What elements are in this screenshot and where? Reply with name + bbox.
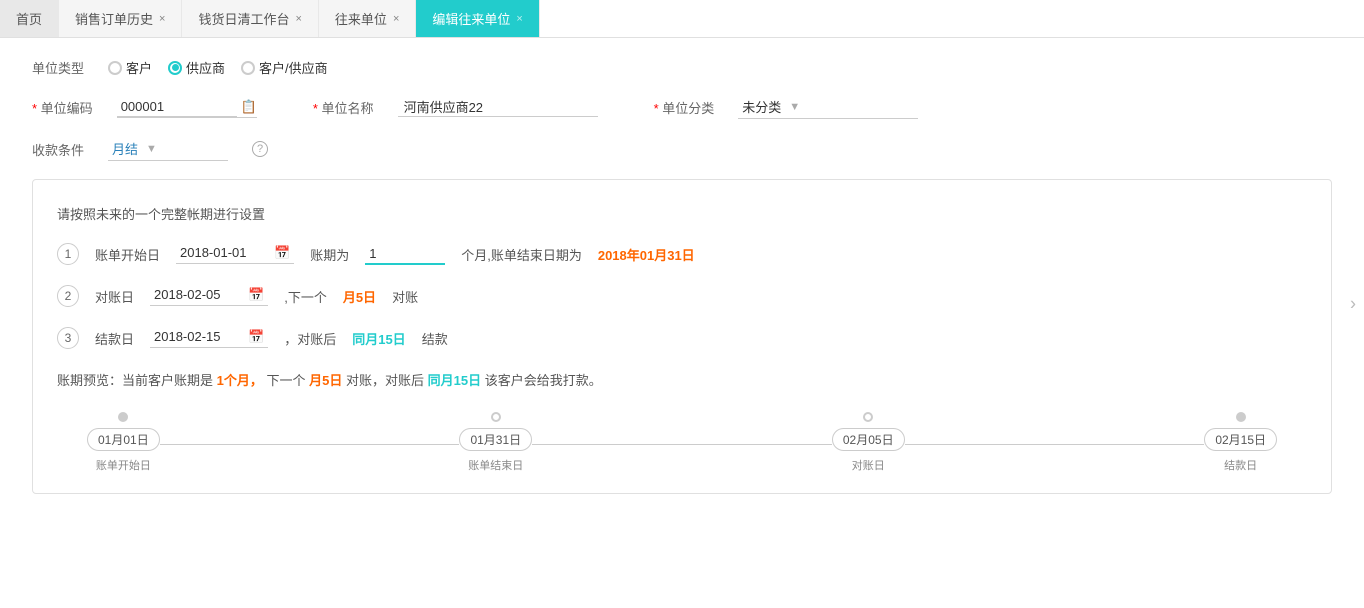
payment-term-help[interactable]: ? — [252, 141, 268, 157]
close-edit-partner[interactable]: × — [516, 13, 522, 25]
step-num-2: 2 — [57, 285, 79, 307]
tl-sub-1: 账单结束日 — [468, 457, 523, 473]
tl-dot-0 — [118, 412, 128, 422]
tl-line-3 — [905, 444, 1205, 445]
preview-suffix: 该客户会给我打款。 — [485, 373, 602, 388]
unit-name-input[interactable] — [398, 97, 598, 117]
preview-highlight1: 1个月， — [217, 373, 263, 388]
period-label: 账期为 — [310, 245, 349, 264]
tl-line-2 — [532, 444, 832, 445]
step3-highlight: 同月15日 — [352, 329, 405, 348]
step-num-1: 1 — [57, 243, 79, 265]
step-num-3: 3 — [57, 327, 79, 349]
step-label-1: 账单开始日 — [95, 245, 160, 264]
section-title: 请按照未来的一个完整帐期进行设置 — [57, 204, 1307, 223]
unit-type-radio-group: 客户 供应商 客户/供应商 — [108, 58, 328, 77]
unit-type-row: 单位类型 客户 供应商 客户/供应商 — [32, 58, 1332, 77]
step1-date-input[interactable] — [180, 245, 270, 260]
radio-circle-supplier — [168, 61, 182, 75]
step2-cal-icon[interactable]: 📅 — [248, 287, 264, 303]
payment-term-label: 收款条件 — [32, 140, 84, 159]
tl-label-0: 01月01日 — [87, 428, 160, 451]
radio-supplier[interactable]: 供应商 — [168, 58, 225, 77]
tl-label-2: 02月05日 — [832, 428, 905, 451]
step-row-1: 1 账单开始日 📅 账期为 个月,账单结束日期为 2018年01月31日 — [57, 243, 1307, 265]
tl-label-3: 02月15日 — [1204, 428, 1277, 451]
tl-dot-1 — [491, 412, 501, 422]
tl-point-0: 01月01日 账单开始日 — [87, 412, 160, 473]
step3-suffix-end: 结款 — [422, 329, 448, 348]
unit-category-value: 未分类 — [742, 97, 781, 116]
payment-term-arrow: ▼ — [146, 143, 157, 155]
tl-dot-2 — [863, 412, 873, 422]
tab-bar: 首页 销售订单历史 × 钱货日清工作台 × 往来单位 × 编辑往来单位 × — [0, 0, 1364, 38]
unit-code-icon[interactable]: 📋 — [241, 99, 257, 115]
payment-term-select[interactable]: 月结 ▼ — [108, 137, 228, 161]
tl-point-1: 01月31日 账单结束日 — [459, 412, 532, 473]
tab-sales-order[interactable]: 销售订单历史 × — [59, 0, 182, 37]
tl-point-2: 02月05日 对账日 — [832, 412, 905, 473]
tl-label-1: 01月31日 — [459, 428, 532, 451]
payment-term-value: 月结 — [112, 139, 138, 158]
preview-highlight3: 同月15日 — [428, 373, 481, 388]
step2-date-input[interactable] — [154, 287, 244, 302]
tl-sub-2: 对账日 — [852, 457, 885, 473]
step1-cal-icon[interactable]: 📅 — [274, 245, 290, 261]
step-label-2: 对账日 — [95, 287, 134, 306]
step-label-3: 结款日 — [95, 329, 134, 348]
step-row-3: 3 结款日 📅 ，对账后 同月15日 结款 — [57, 327, 1307, 349]
unit-category-label: 单位分类 — [654, 98, 715, 117]
tl-sub-3: 结款日 — [1224, 457, 1257, 473]
unit-category-select[interactable]: 未分类 ▼ — [738, 95, 918, 119]
close-sales-order[interactable]: × — [159, 13, 165, 25]
radio-circle-both — [241, 61, 255, 75]
tab-cash-work[interactable]: 钱货日清工作台 × — [182, 0, 318, 37]
tl-point-3: 02月15日 结款日 — [1204, 412, 1277, 473]
step-row-2: 2 对账日 📅 ,下一个 月5日 对账 — [57, 285, 1307, 307]
step3-cal-icon[interactable]: 📅 — [248, 329, 264, 345]
unit-code-label: 单位编码 — [32, 98, 93, 117]
tab-partner[interactable]: 往来单位 × — [319, 0, 416, 37]
preview-prefix: 账期预览：当前客户账期是 — [57, 373, 213, 388]
scroll-right-arrow[interactable]: › — [1350, 294, 1356, 315]
step3-date-group: 📅 — [150, 329, 268, 348]
tl-line-1 — [160, 444, 460, 445]
tab-edit-partner[interactable]: 编辑往来单位 × — [416, 0, 539, 37]
preview-row: 账期预览：当前客户账期是 1个月， 下一个 月5日 对账，对账后 同月15日 该… — [57, 369, 1307, 392]
step2-date-group: 📅 — [150, 287, 268, 306]
period-value-input[interactable] — [365, 244, 445, 265]
preview-mid1: 下一个 — [267, 373, 306, 388]
radio-both[interactable]: 客户/供应商 — [241, 58, 328, 77]
category-dropdown-arrow: ▼ — [789, 101, 800, 113]
step1-date-group: 📅 — [176, 245, 294, 264]
step3-suffix-prefix: ，对账后 — [284, 329, 336, 348]
radio-customer[interactable]: 客户 — [108, 58, 152, 77]
period-end-date: 2018年01月31日 — [598, 245, 695, 264]
content-area: 单位类型 客户 供应商 客户/供应商 单位编码 📋 单位名称 单位分类 — [0, 38, 1364, 608]
tab-home[interactable]: 首页 — [0, 0, 59, 37]
unit-name-label: 单位名称 — [313, 98, 374, 117]
close-partner[interactable]: × — [393, 13, 399, 25]
radio-circle-customer — [108, 61, 122, 75]
period-unit-text: 个月,账单结束日期为 — [461, 245, 582, 264]
unit-code-input-group: 📋 — [117, 97, 257, 118]
step2-highlight: 月5日 — [343, 287, 376, 306]
tl-sub-0: 账单开始日 — [96, 457, 151, 473]
unit-code-input[interactable] — [117, 97, 237, 117]
preview-mid2: 对账，对账后 — [346, 373, 424, 388]
unit-code-row: 单位编码 📋 单位名称 单位分类 未分类 ▼ — [32, 95, 1332, 119]
preview-highlight2: 月5日 — [309, 373, 342, 388]
step2-suffix-prefix: ,下一个 — [284, 287, 327, 306]
timeline-wrapper: 01月01日 账单开始日 01月31日 账单结束日 02月05日 对账日 — [77, 412, 1287, 473]
payment-term-row: 收款条件 月结 ▼ ? — [32, 137, 1332, 161]
step2-suffix-end: 对账 — [392, 287, 418, 306]
unit-type-label: 单位类型 — [32, 58, 84, 77]
section-card: 请按照未来的一个完整帐期进行设置 1 账单开始日 📅 账期为 个月,账单结束日期… — [32, 179, 1332, 494]
step3-date-input[interactable] — [154, 329, 244, 344]
close-cash-work[interactable]: × — [295, 13, 301, 25]
timeline-section: 01月01日 账单开始日 01月31日 账单结束日 02月05日 对账日 — [57, 412, 1307, 473]
tl-dot-3 — [1236, 412, 1246, 422]
